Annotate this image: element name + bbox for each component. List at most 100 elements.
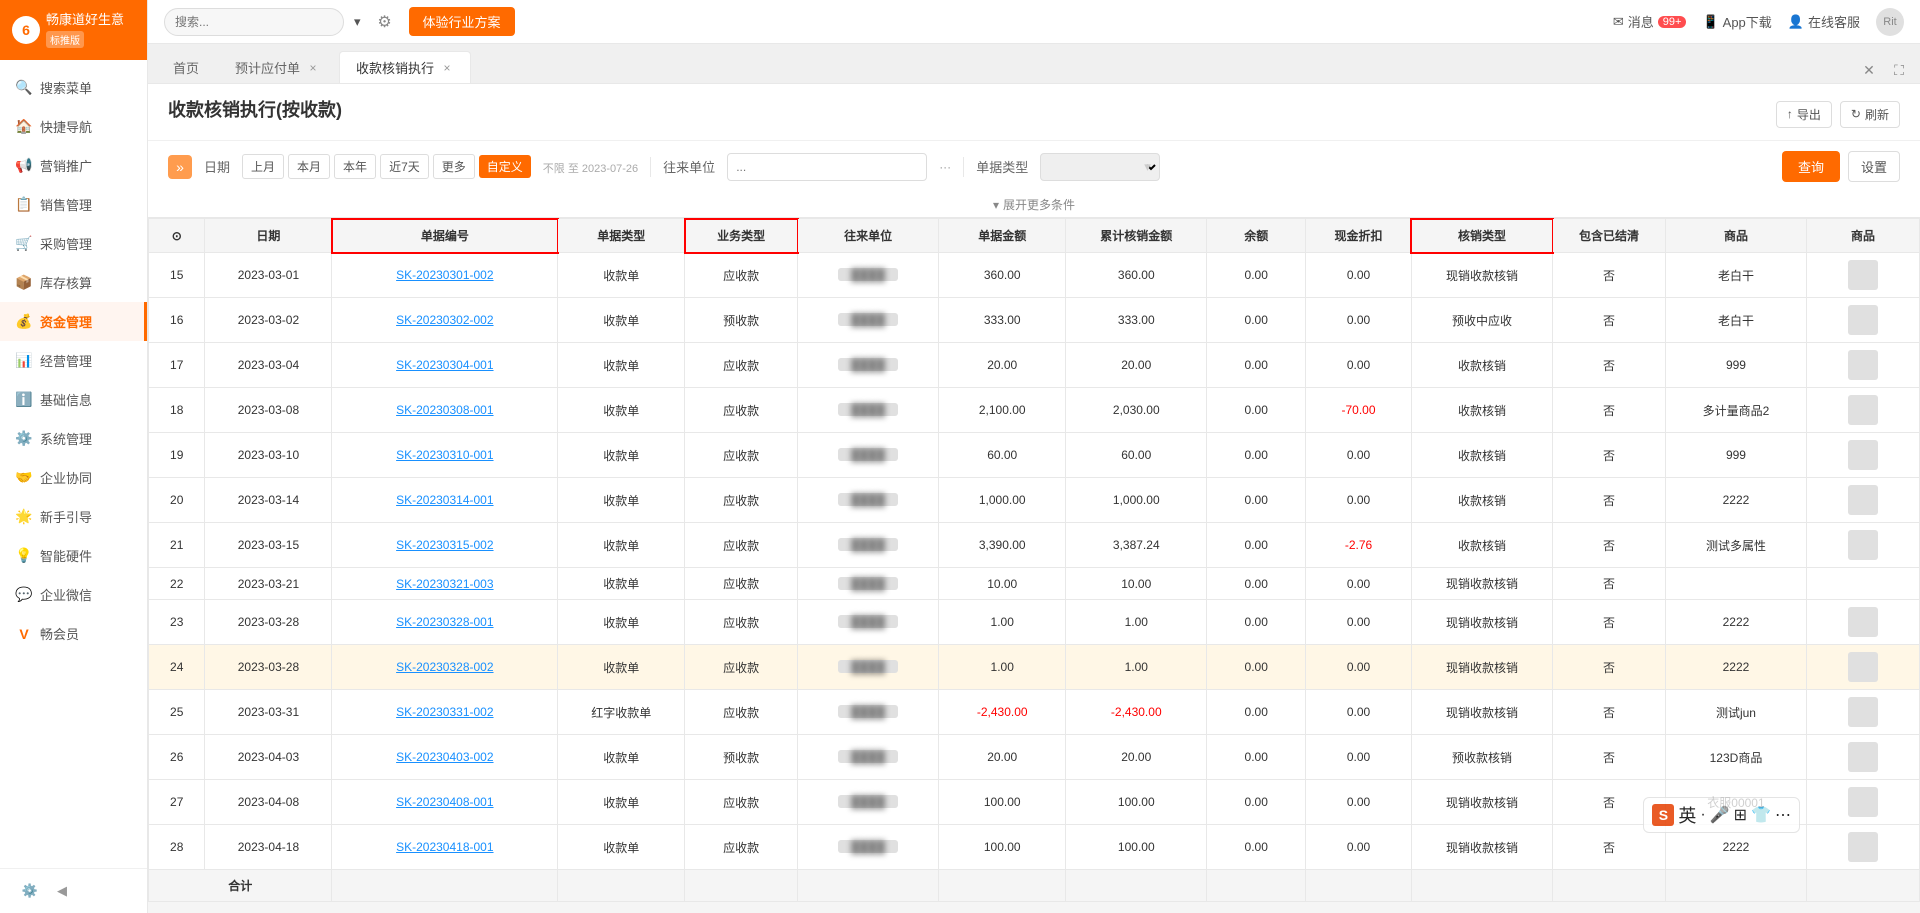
- filter-more-dots[interactable]: ···: [939, 160, 951, 174]
- cell-cash-discount: 0.00: [1306, 825, 1412, 870]
- sidebar-item-enterprise[interactable]: 🤝 企业协同: [0, 458, 147, 497]
- sidebar-item-guide[interactable]: 🌟 新手引导: [0, 497, 147, 536]
- footer-label: 合计: [149, 870, 332, 902]
- filter-action-btns: 查询 设置: [1782, 151, 1900, 182]
- cell-doc-no[interactable]: SK-20230302-002: [332, 298, 558, 343]
- sidebar-item-purchase[interactable]: 🛒 采购管理: [0, 224, 147, 263]
- this-year-btn[interactable]: 本年: [334, 154, 376, 179]
- cell-cash-discount: -2.76: [1306, 523, 1412, 568]
- collapse-btn[interactable]: ◀: [48, 877, 76, 905]
- tab-maximize-btn[interactable]: ⛶: [1886, 57, 1912, 83]
- tabbar: 首页 预计应付单 × 收款核销执行 × ✕ ⛶: [148, 44, 1920, 84]
- settings-btn[interactable]: ⚙️: [16, 877, 44, 905]
- notification-label: 消息: [1628, 12, 1654, 31]
- sidebar-item-label: 企业微信: [40, 585, 92, 604]
- tab-collection-close[interactable]: ×: [440, 61, 454, 75]
- partner-filter-input[interactable]: [727, 153, 927, 181]
- cell-doc-no[interactable]: SK-20230310-001: [332, 433, 558, 478]
- user-avatar[interactable]: Rit: [1876, 8, 1904, 36]
- online-service-btn[interactable]: 👤 在线客服: [1788, 12, 1860, 31]
- cell-doc-no[interactable]: SK-20230328-001: [332, 600, 558, 645]
- cell-balance: 0.00: [1207, 645, 1306, 690]
- sidebar-item-wechat[interactable]: 💬 企业微信: [0, 575, 147, 614]
- cell-biz-type: 预收款: [685, 298, 798, 343]
- sidebar-item-hardware[interactable]: 💡 智能硬件: [0, 536, 147, 575]
- export-button[interactable]: ↑ 导出: [1776, 101, 1832, 128]
- filter-settings-button[interactable]: 设置: [1848, 151, 1900, 182]
- sidebar-item-operations[interactable]: 📊 经营管理: [0, 341, 147, 380]
- expand-conditions-btn[interactable]: ▾ 展开更多条件: [993, 196, 1075, 213]
- tab-prepay[interactable]: 预计应付单 ×: [218, 51, 337, 83]
- cell-cash-discount: 0.00: [1306, 600, 1412, 645]
- cell-doc-no[interactable]: SK-20230301-002: [332, 253, 558, 298]
- cell-goods: 2222: [1665, 600, 1806, 645]
- tab-collection[interactable]: 收款核销执行 ×: [339, 51, 471, 83]
- last-7days-btn[interactable]: 近7天: [380, 154, 429, 179]
- sidebar-item-label: 搜索菜单: [40, 78, 92, 97]
- date-range-display: 不限 至 2023-07-26: [543, 158, 638, 176]
- topbar-dropdown[interactable]: ▾: [354, 14, 361, 30]
- cell-goods2: [1807, 478, 1920, 523]
- sidebar-item-marketing[interactable]: 📢 营销推广: [0, 146, 147, 185]
- filter-separator: [650, 157, 651, 177]
- notification-badge: 99+: [1658, 16, 1687, 28]
- doc-type-label: 单据类型: [976, 157, 1028, 176]
- cell-date: 2023-03-31: [205, 690, 332, 735]
- cell-doc-no[interactable]: SK-20230314-001: [332, 478, 558, 523]
- cell-goods: 多计量商品2: [1665, 388, 1806, 433]
- cell-date: 2023-03-10: [205, 433, 332, 478]
- cell-amount: 10.00: [939, 568, 1066, 600]
- doc-type-select[interactable]: [1040, 153, 1160, 181]
- tabbar-actions: ✕ ⛶: [1856, 57, 1912, 83]
- notification-btn[interactable]: ✉ 消息 99+: [1613, 12, 1687, 31]
- cell-doc-no[interactable]: SK-20230418-001: [332, 825, 558, 870]
- topbar-search-input[interactable]: [164, 8, 344, 36]
- app-download-btn[interactable]: 📱 App下载: [1702, 12, 1771, 31]
- table-row: 162023-03-02SK-20230302-002收款单预收款████333…: [149, 298, 1920, 343]
- custom-date-btn[interactable]: 自定义: [479, 155, 531, 178]
- cell-partner: ████: [798, 735, 939, 780]
- cell-balance: 0.00: [1207, 523, 1306, 568]
- cell-doc-no[interactable]: SK-20230321-003: [332, 568, 558, 600]
- refresh-button[interactable]: ↻ 刷新: [1840, 101, 1900, 128]
- topbar-gear-icon[interactable]: ⚙: [371, 8, 399, 36]
- cell-goods2: [1807, 735, 1920, 780]
- sidebar-item-basic[interactable]: ℹ️ 基础信息: [0, 380, 147, 419]
- cell-doc-no[interactable]: SK-20230403-002: [332, 735, 558, 780]
- more-date-btn[interactable]: 更多: [433, 154, 475, 179]
- query-button[interactable]: 查询: [1782, 151, 1840, 182]
- sidebar-item-sales[interactable]: 📋 销售管理: [0, 185, 147, 224]
- cell-doc-no[interactable]: SK-20230331-002: [332, 690, 558, 735]
- solution-button[interactable]: 体验行业方案: [409, 7, 515, 36]
- cell-doc-no[interactable]: SK-20230304-001: [332, 343, 558, 388]
- cell-verified: -2,430.00: [1066, 690, 1207, 735]
- sidebar-item-search[interactable]: 🔍 搜索菜单: [0, 68, 147, 107]
- cell-balance: 0.00: [1207, 825, 1306, 870]
- tab-close-all-btn[interactable]: ✕: [1856, 57, 1882, 83]
- cell-seq: 27: [149, 780, 205, 825]
- page-title: 收款核销执行(按收款): [168, 96, 342, 122]
- sidebar-item-member[interactable]: V 畅会员: [0, 614, 147, 653]
- refresh-icon: ↻: [1851, 107, 1861, 121]
- cell-doc-no[interactable]: SK-20230328-002: [332, 645, 558, 690]
- sidebar-item-system[interactable]: ⚙️ 系统管理: [0, 419, 147, 458]
- cell-doc-type: 收款单: [558, 735, 685, 780]
- expand-conditions-bar: ▾ 展开更多条件: [148, 192, 1920, 218]
- cell-doc-no[interactable]: SK-20230408-001: [332, 780, 558, 825]
- cell-doc-no[interactable]: SK-20230315-002: [332, 523, 558, 568]
- cell-doc-type: 收款单: [558, 825, 685, 870]
- sidebar-item-inventory[interactable]: 📦 库存核算: [0, 263, 147, 302]
- tab-prepay-close[interactable]: ×: [306, 61, 320, 75]
- cell-goods: [1665, 568, 1806, 600]
- sidebar-item-label: 营销推广: [40, 156, 92, 175]
- cell-balance: 0.00: [1207, 780, 1306, 825]
- cell-goods2: [1807, 523, 1920, 568]
- sidebar-item-finance[interactable]: 💰 资金管理: [0, 302, 147, 341]
- last-month-btn[interactable]: 上月: [242, 154, 284, 179]
- tab-home[interactable]: 首页: [156, 51, 216, 83]
- cell-incl-settled: 否: [1553, 298, 1666, 343]
- filter-expand-btn[interactable]: »: [168, 155, 192, 179]
- cell-doc-no[interactable]: SK-20230308-001: [332, 388, 558, 433]
- this-month-btn[interactable]: 本月: [288, 154, 330, 179]
- sidebar-item-quicknav[interactable]: 🏠 快捷导航: [0, 107, 147, 146]
